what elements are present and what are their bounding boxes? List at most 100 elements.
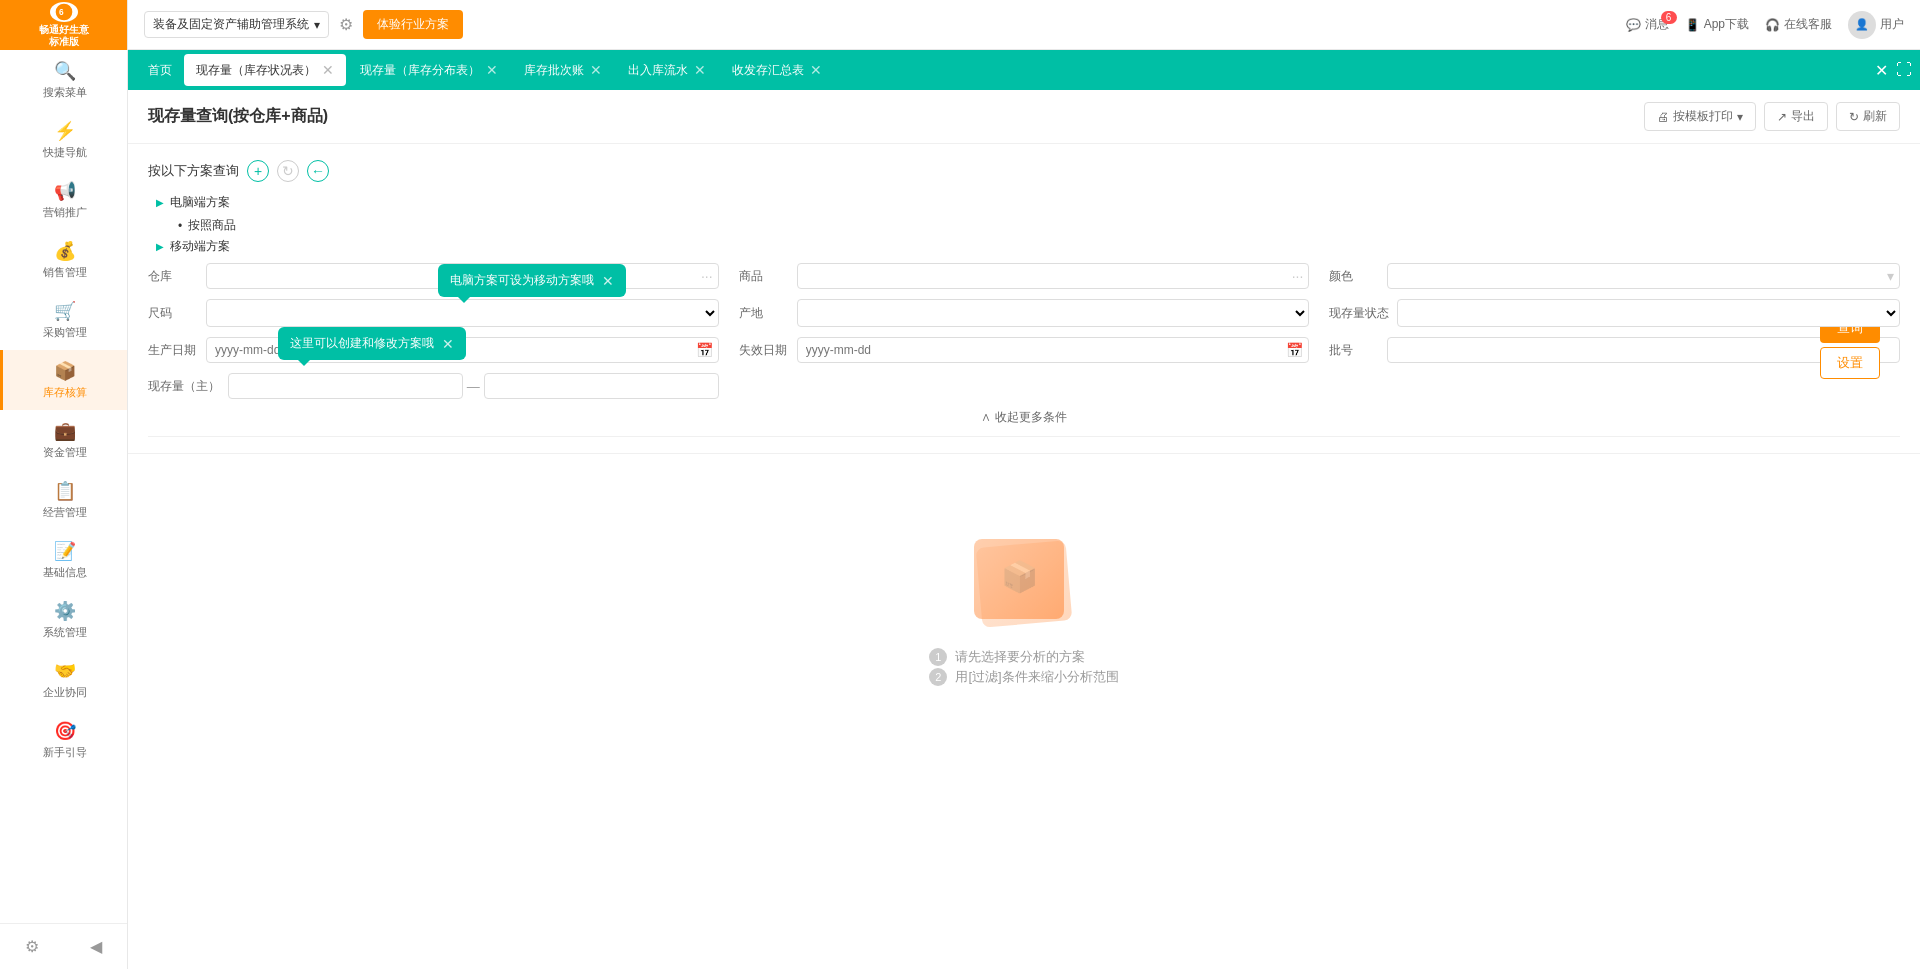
sidebar-item-operations[interactable]: 📋 经营管理 <box>0 470 127 530</box>
tab-in-out-flow[interactable]: 出入库流水 ✕ <box>616 54 718 86</box>
user-item[interactable]: 👤 用户 <box>1848 11 1904 39</box>
tab-close-icon[interactable]: ✕ <box>322 62 334 78</box>
header-right: 💬 消息 6 📱 App下载 🎧 在线客服 👤 用户 <box>1626 11 1904 39</box>
box-emoji-icon: 📦 <box>974 539 1064 594</box>
tab-close-icon[interactable]: ✕ <box>590 62 602 78</box>
tab-expand-icon[interactable]: ⛶ <box>1896 61 1912 79</box>
settings-bottom-icon[interactable]: ⚙ <box>20 932 44 961</box>
back-arrow-button[interactable]: ← <box>307 160 329 182</box>
chevron-down-icon: ▾ <box>314 18 320 32</box>
sidebar-item-search[interactable]: 🔍 搜索菜单 <box>0 50 127 110</box>
sidebar-item-quick-nav[interactable]: ⚡ 快捷导航 <box>0 110 127 170</box>
sidebar: 6 畅通好生意 标准版 🔍 搜索菜单 ⚡ 快捷导航 📢 营销推广 💰 销售管理 … <box>0 0 128 969</box>
sidebar-item-purchase[interactable]: 🛒 采购管理 <box>0 290 127 350</box>
refresh-button[interactable]: ↻ 刷新 <box>1836 102 1900 131</box>
dot-icon: • <box>178 219 182 233</box>
tab-bar: 首页 现存量（库存状况表） ✕ 现存量（库存分布表） ✕ 库存批次账 ✕ 出入库… <box>128 50 1920 90</box>
step-1-num: 1 <box>929 648 947 666</box>
sidebar-item-label: 企业协同 <box>43 685 87 700</box>
tab-collect-summary[interactable]: 收发存汇总表 ✕ <box>720 54 834 86</box>
collapse-row[interactable]: ∧ 收起更多条件 <box>148 399 1900 437</box>
collapse-sidebar-icon[interactable]: ◀ <box>85 932 107 961</box>
desktop-plan-item[interactable]: ▶ 电脑端方案 <box>148 194 1900 211</box>
sidebar-item-system[interactable]: ⚙️ 系统管理 <box>0 590 127 650</box>
sidebar-item-assets[interactable]: 💼 资金管理 <box>0 410 127 470</box>
print-button[interactable]: 🖨 按模板打印 ▾ <box>1644 102 1756 131</box>
refresh-plan-button[interactable]: ↻ <box>277 160 299 182</box>
tab-close-icon[interactable]: ✕ <box>694 62 706 78</box>
expiry-date-wrapper: 📅 <box>797 337 1310 363</box>
origin-select[interactable] <box>797 299 1310 327</box>
size-input-wrapper <box>206 299 719 327</box>
add-plan-button[interactable]: + <box>247 160 269 182</box>
sidebar-item-basics[interactable]: 📝 基础信息 <box>0 530 127 590</box>
stock-status-label: 现存量状态 <box>1329 305 1389 322</box>
desktop-plan-label: 电脑端方案 <box>170 194 230 211</box>
system-selector[interactable]: 装备及固定资产辅助管理系统 ▾ <box>144 11 329 38</box>
size-select[interactable] <box>206 299 719 327</box>
size-label: 尺码 <box>148 305 198 322</box>
filter-row-1: 仓库 ··· 商品 ··· <box>148 263 1900 289</box>
briefcase-icon: 💼 <box>54 420 76 442</box>
sidebar-item-sales[interactable]: 💰 销售管理 <box>0 230 127 290</box>
stock-qty-max-input[interactable] <box>484 373 719 399</box>
tooltip-plan-text: 电脑方案可设为移动方案哦 <box>450 272 594 289</box>
empty-step-2: 2 用[过滤]条件来缩小分析范围 <box>929 668 1118 686</box>
stock-status-select[interactable] <box>1397 299 1900 327</box>
filter-color: 颜色 ▾ <box>1329 263 1900 289</box>
goods-input[interactable] <box>797 263 1310 289</box>
tab-close-icon[interactable]: ✕ <box>486 62 498 78</box>
sub-plan-item[interactable]: • 按照商品 <box>178 217 1900 234</box>
sidebar-item-label: 资金管理 <box>43 445 87 460</box>
export-button[interactable]: ↗ 导出 <box>1764 102 1828 131</box>
sub-plan-label: 按照商品 <box>188 217 236 234</box>
collapse-label: 收起更多条件 <box>995 410 1067 424</box>
goods-label: 商品 <box>739 268 789 285</box>
online-support-label: 在线客服 <box>1784 16 1832 33</box>
filter-goods: 商品 ··· <box>739 263 1310 289</box>
empty-box-front: 📦 <box>974 539 1064 619</box>
expiry-date-input[interactable] <box>797 337 1310 363</box>
filter-row-2: 尺码 产地 现存量状态 <box>148 299 1900 327</box>
step-2-text: 用[过滤]条件来缩小分析范围 <box>955 668 1118 686</box>
sidebar-bottom: ⚙ ◀ <box>0 923 127 969</box>
page-inner: 现存量查询(按仓库+商品) 🖨 按模板打印 ▾ ↗ 导出 ↻ 刷新 <box>128 90 1920 969</box>
sidebar-item-marketing[interactable]: 📢 营销推广 <box>0 170 127 230</box>
sidebar-item-inventory[interactable]: 📦 库存核算 <box>0 350 127 410</box>
header-settings-icon[interactable]: ⚙ <box>339 15 353 34</box>
stock-qty-min-input[interactable] <box>228 373 463 399</box>
chat-icon: 💬 <box>1626 18 1641 32</box>
goods-input-wrapper: ··· <box>797 263 1310 289</box>
app-download-item[interactable]: 📱 App下载 <box>1685 16 1749 33</box>
mobile-plan-item[interactable]: ▶ 移动端方案 <box>148 238 1900 255</box>
tab-close-all-icon[interactable]: ✕ <box>1875 61 1888 80</box>
sidebar-item-label: 采购管理 <box>43 325 87 340</box>
tab-inventory-dist[interactable]: 现存量（库存分布表） ✕ <box>348 54 510 86</box>
tab-close-icon[interactable]: ✕ <box>810 62 822 78</box>
batch-label: 批号 <box>1329 342 1379 359</box>
cart-icon: 🛒 <box>54 300 76 322</box>
tab-home[interactable]: 首页 <box>136 54 184 86</box>
handshake-icon: 🤝 <box>54 660 76 682</box>
tooltip-close-icon[interactable]: ✕ <box>602 273 614 289</box>
page-actions: 🖨 按模板打印 ▾ ↗ 导出 ↻ 刷新 <box>1644 102 1900 131</box>
refresh-icon: ↻ <box>1849 110 1859 124</box>
tab-batch-account[interactable]: 库存批次账 ✕ <box>512 54 614 86</box>
plan-section: ▶ 电脑端方案 • 按照商品 ▶ 移动端方案 <box>148 194 1900 255</box>
color-input[interactable] <box>1387 263 1900 289</box>
sidebar-item-newbie[interactable]: 🎯 新手引导 <box>0 710 127 770</box>
online-support-item[interactable]: 🎧 在线客服 <box>1765 16 1832 33</box>
expiry-date-label: 失效日期 <box>739 342 789 359</box>
avatar-icon: 👤 <box>1855 18 1869 31</box>
empty-steps: 1 请先选择要分析的方案 2 用[过滤]条件来缩小分析范围 <box>929 646 1118 688</box>
tab-inventory-status[interactable]: 现存量（库存状况表） ✕ <box>184 54 346 86</box>
sidebar-item-enterprise[interactable]: 🤝 企业协同 <box>0 650 127 710</box>
message-item[interactable]: 💬 消息 6 <box>1626 16 1669 33</box>
color-label: 颜色 <box>1329 268 1379 285</box>
tooltip-close-icon[interactable]: ✕ <box>442 336 454 352</box>
trial-button[interactable]: 体验行业方案 <box>363 10 463 39</box>
set-button[interactable]: 设置 <box>1820 347 1880 379</box>
svg-text:6: 6 <box>59 7 64 17</box>
filter-stock-qty: 现存量（主） — <box>148 373 719 399</box>
desktop-plan-sub: • 按照商品 <box>148 217 1900 234</box>
